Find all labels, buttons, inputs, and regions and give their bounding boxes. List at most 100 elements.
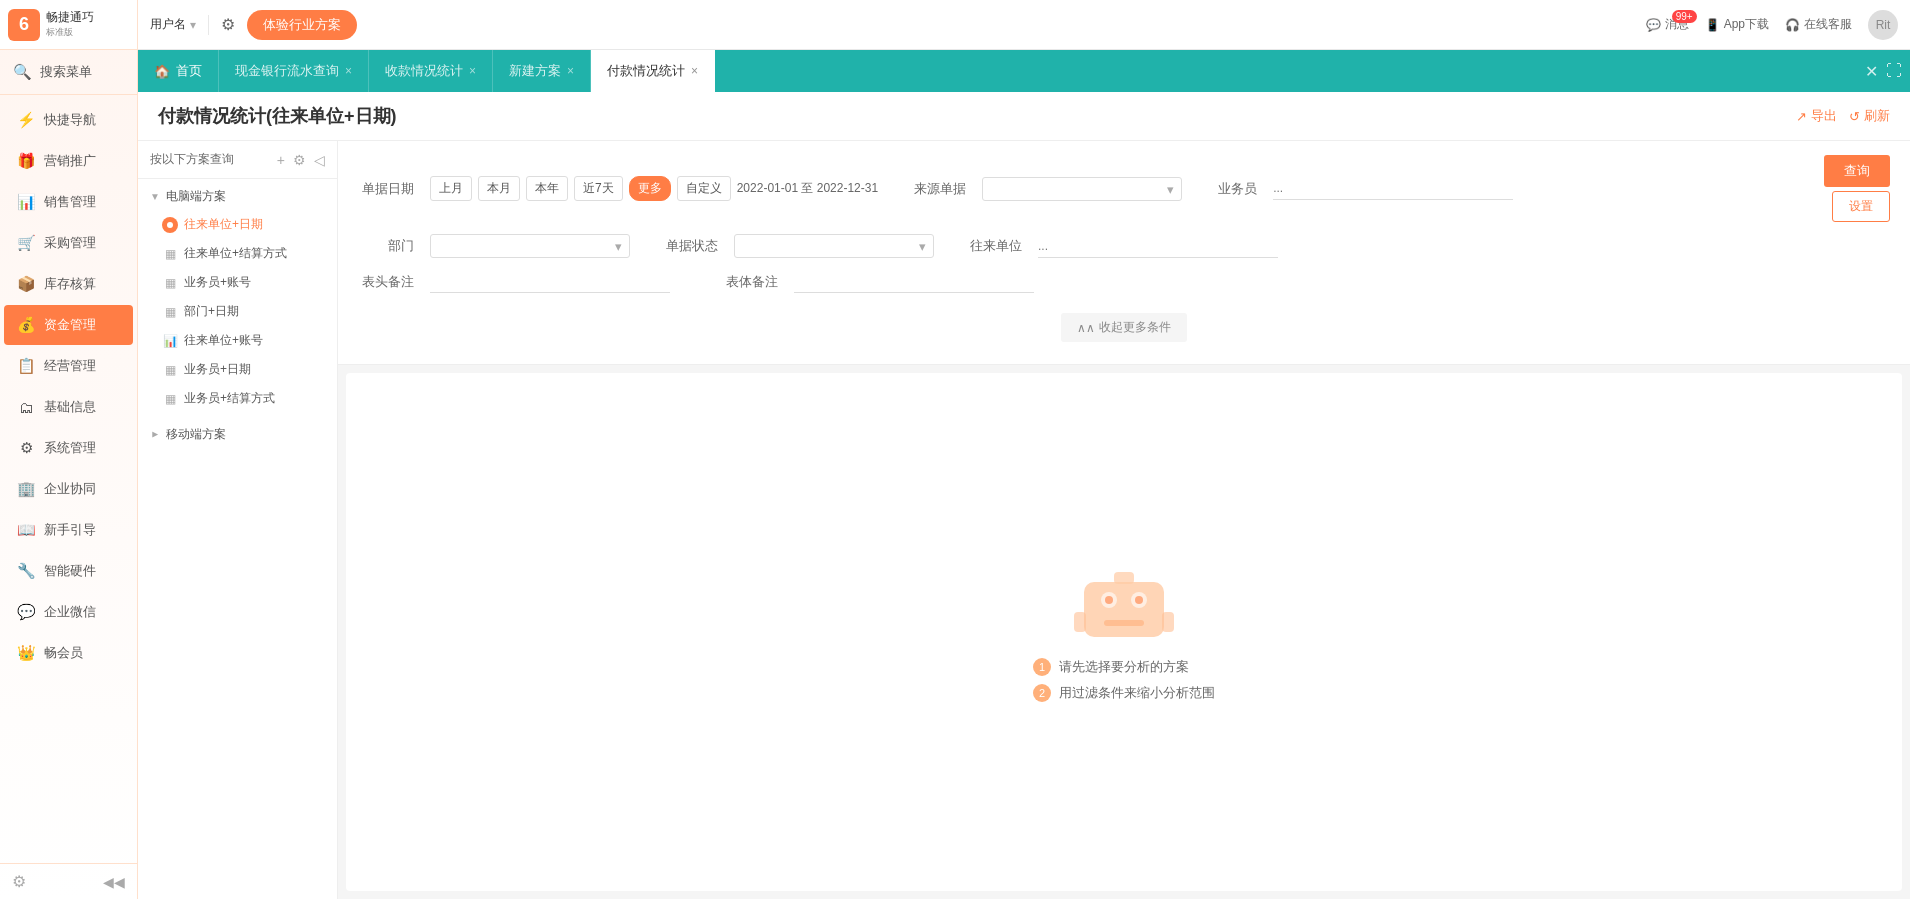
schema-item-salesman-date[interactable]: ▦ 业务员+日期	[138, 355, 337, 384]
query-button[interactable]: 查询	[1824, 155, 1890, 187]
date-range-display: 2022-01-01 至 2022-12-31	[737, 180, 878, 197]
desktop-group-title[interactable]: ▼ 电脑端方案	[138, 183, 337, 210]
more-btn[interactable]: 更多	[629, 176, 671, 201]
sidebar-settings-icon[interactable]: ⚙	[12, 872, 26, 891]
tip-num-2: 2	[1033, 684, 1051, 702]
partner-input[interactable]	[1038, 235, 1278, 258]
sidebar-search[interactable]: 🔍 搜索菜单	[0, 50, 137, 95]
sidebar-item-marketing[interactable]: 🎁 营销推广	[4, 141, 133, 181]
last-month-btn[interactable]: 上月	[430, 176, 472, 201]
filter-actions: 查询 设置	[1824, 155, 1890, 222]
app-badge: 标准版	[46, 26, 94, 39]
mobile-schema-group: ▼ 移动端方案	[138, 417, 337, 452]
schema-item-partner-settlement[interactable]: ▦ 往来单位+结算方式	[138, 239, 337, 268]
sidebar-item-sales[interactable]: 📊 销售管理	[4, 182, 133, 222]
schema-item-partner-account[interactable]: 📊 往来单位+账号	[138, 326, 337, 355]
tab-new-plan-close[interactable]: ×	[567, 64, 574, 78]
topbar-right-actions: 💬 消息 99+ 📱 App下载 🎧 在线客服 Rit	[1646, 10, 1898, 40]
schema-settings-icon[interactable]: ⚙	[293, 152, 306, 168]
this-year-btn[interactable]: 本年	[526, 176, 568, 201]
body-note-input[interactable]	[794, 270, 1034, 293]
tab-receipt-stats-close[interactable]: ×	[469, 64, 476, 78]
salesman-label: 业务员	[1218, 180, 1257, 198]
add-schema-icon[interactable]: +	[277, 152, 285, 168]
operation-icon: 📋	[16, 356, 36, 376]
left-panel-header-icons: + ⚙ ◁	[277, 152, 325, 168]
sidebar-item-hardware[interactable]: 🔧 智能硬件	[4, 551, 133, 591]
header-note-input[interactable]	[430, 270, 670, 293]
topbar-divider	[208, 15, 209, 35]
filter-settings-button[interactable]: 设置	[1832, 191, 1890, 222]
empty-tip-2: 2 用过滤条件来缩小分析范围	[1033, 684, 1215, 702]
user-avatar[interactable]: Rit	[1868, 10, 1898, 40]
inventory-icon: 📦	[16, 274, 36, 294]
schema-item-dept-date[interactable]: ▦ 部门+日期	[138, 297, 337, 326]
export-button[interactable]: ↗ 导出	[1796, 107, 1837, 125]
tab-home[interactable]: 🏠 首页	[138, 50, 219, 92]
tab-bank-flow-close[interactable]: ×	[345, 64, 352, 78]
sidebar-item-quick-nav[interactable]: ⚡ 快捷导航	[4, 100, 133, 140]
tab-home-label: 首页	[176, 62, 202, 80]
sidebar-item-basic[interactable]: 🗂 基础信息	[4, 387, 133, 427]
sidebar-item-finance[interactable]: 💰 资金管理	[4, 305, 133, 345]
schema-item-label: 部门+日期	[184, 303, 239, 320]
sidebar-item-wechat[interactable]: 💬 企业微信	[4, 592, 133, 632]
sidebar-item-label: 采购管理	[44, 234, 96, 252]
expand-icon[interactable]: ⛶	[1886, 62, 1902, 80]
schema-item-salesman-account[interactable]: ▦ 业务员+账号	[138, 268, 337, 297]
search-label: 搜索菜单	[40, 63, 92, 81]
left-panel-header: 按以下方案查询 + ⚙ ◁	[138, 141, 337, 179]
sidebar-item-purchase[interactable]: 🛒 采购管理	[4, 223, 133, 263]
source-doc-select-wrapper	[982, 177, 1182, 201]
sidebar-item-enterprise[interactable]: 🏢 企业协同	[4, 469, 133, 509]
tab-bank-flow[interactable]: 现金银行流水查询 ×	[219, 50, 369, 92]
tabbar: 🏠 首页 现金银行流水查询 × 收款情况统计 × 新建方案 × 付款情况统计 ×…	[138, 50, 1910, 92]
header-actions: ↗ 导出 ↺ 刷新	[1796, 107, 1890, 125]
last-7-days-btn[interactable]: 近7天	[574, 176, 623, 201]
dept-select[interactable]	[430, 234, 630, 258]
tab-receipt-stats[interactable]: 收款情况统计 ×	[369, 50, 493, 92]
schema-item-partner-date[interactable]: 往来单位+日期	[138, 210, 337, 239]
collapse-button[interactable]: ∧∧ 收起更多条件	[1061, 313, 1187, 342]
sidebar-item-system[interactable]: ⚙ 系统管理	[4, 428, 133, 468]
mobile-group-title[interactable]: ▼ 移动端方案	[138, 421, 337, 448]
salesman-input[interactable]	[1273, 177, 1513, 200]
app-download-button[interactable]: 📱 App下载	[1705, 16, 1769, 33]
svg-point-4	[1105, 596, 1113, 604]
sidebar-item-inventory[interactable]: 📦 库存核算	[4, 264, 133, 304]
custom-btn[interactable]: 自定义	[677, 176, 731, 201]
topbar-settings-icon[interactable]: ⚙	[221, 15, 235, 34]
message-button[interactable]: 💬 消息 99+	[1646, 16, 1689, 33]
source-doc-select[interactable]	[982, 177, 1182, 201]
purchase-icon: 🛒	[16, 233, 36, 253]
online-service-button[interactable]: 🎧 在线客服	[1785, 16, 1852, 33]
partner-label: 往来单位	[970, 237, 1022, 255]
main-area: 用户名 ▾ ⚙ 体验行业方案 💬 消息 99+ 📱 App下载 🎧 在线客服 R…	[138, 0, 1910, 899]
date-filter-label: 单据日期	[358, 180, 414, 198]
sidebar-collapse-icon[interactable]: ◀◀	[103, 874, 125, 890]
grid-icon-1: ▦	[162, 246, 178, 262]
panel-collapse-icon[interactable]: ◁	[314, 152, 325, 168]
sidebar-item-guide[interactable]: 📖 新手引导	[4, 510, 133, 550]
schema-item-label: 往来单位+结算方式	[184, 245, 287, 262]
tab-payment-stats-close[interactable]: ×	[691, 64, 698, 78]
sidebar-item-operation[interactable]: 📋 经营管理	[4, 346, 133, 386]
tab-new-plan[interactable]: 新建方案 ×	[493, 50, 591, 92]
sidebar-item-member[interactable]: 👑 畅会员	[4, 633, 133, 673]
schema-item-label: 业务员+账号	[184, 274, 251, 291]
tab-payment-stats-label: 付款情况统计	[607, 62, 685, 80]
tab-receipt-stats-label: 收款情况统计	[385, 62, 463, 80]
this-month-btn[interactable]: 本月	[478, 176, 520, 201]
sidebar-logo: 6 畅捷通巧 标准版	[0, 0, 137, 50]
try-industry-button[interactable]: 体验行业方案	[247, 10, 357, 40]
sidebar-item-label: 资金管理	[44, 316, 96, 334]
schema-item-salesman-settlement[interactable]: ▦ 业务员+结算方式	[138, 384, 337, 413]
refresh-button[interactable]: ↺ 刷新	[1849, 107, 1890, 125]
export-icon: ↗	[1796, 109, 1807, 124]
close-all-tabs-icon[interactable]: ✕	[1865, 62, 1878, 81]
doc-status-select[interactable]	[734, 234, 934, 258]
mobile-group-label: 移动端方案	[166, 426, 226, 443]
chevron-down-icon[interactable]: ▾	[190, 18, 196, 32]
tab-payment-stats[interactable]: 付款情况统计 ×	[591, 50, 715, 92]
message-icon: 💬	[1646, 18, 1661, 32]
